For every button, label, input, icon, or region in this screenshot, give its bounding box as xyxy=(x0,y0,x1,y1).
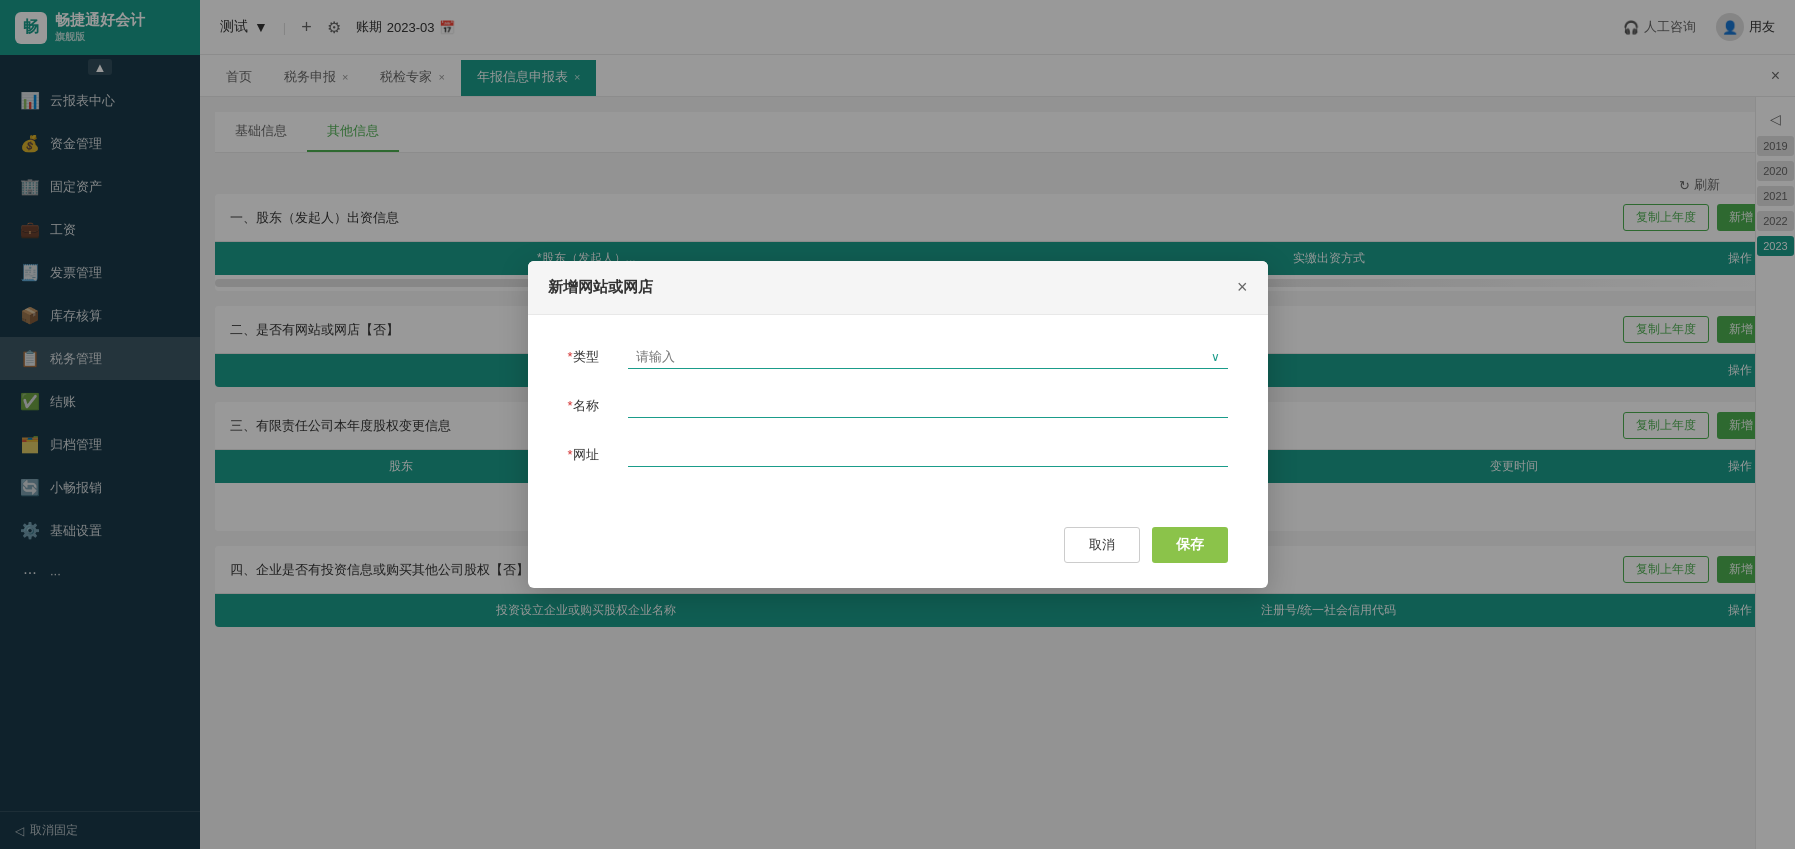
modal-overlay: 新增网站或网店 × *类型 ∨ *名称 xyxy=(0,0,1795,849)
form-row-url: *网址 xyxy=(568,443,1228,467)
name-field-wrapper[interactable] xyxy=(628,394,1228,418)
form-row-name: *名称 xyxy=(568,394,1228,418)
modal-close-btn[interactable]: × xyxy=(1237,277,1248,298)
modal-body: *类型 ∨ *名称 *网址 xyxy=(528,315,1268,512)
type-field-wrapper[interactable]: ∨ xyxy=(628,345,1228,369)
url-input[interactable] xyxy=(636,447,1220,462)
save-btn[interactable]: 保存 xyxy=(1152,527,1228,563)
modal-title: 新增网站或网店 xyxy=(548,278,653,297)
modal-add-website: 新增网站或网店 × *类型 ∨ *名称 xyxy=(528,261,1268,588)
label-name: *名称 xyxy=(568,397,628,415)
dropdown-arrow-icon[interactable]: ∨ xyxy=(1211,350,1220,364)
url-field-wrapper[interactable] xyxy=(628,443,1228,467)
modal-header: 新增网站或网店 × xyxy=(528,261,1268,315)
modal-footer: 取消 保存 xyxy=(528,512,1268,588)
label-type: *类型 xyxy=(568,348,628,366)
type-input[interactable] xyxy=(636,349,1211,364)
cancel-btn[interactable]: 取消 xyxy=(1064,527,1140,563)
name-input[interactable] xyxy=(636,398,1220,413)
form-row-type: *类型 ∨ xyxy=(568,345,1228,369)
label-url: *网址 xyxy=(568,446,628,464)
